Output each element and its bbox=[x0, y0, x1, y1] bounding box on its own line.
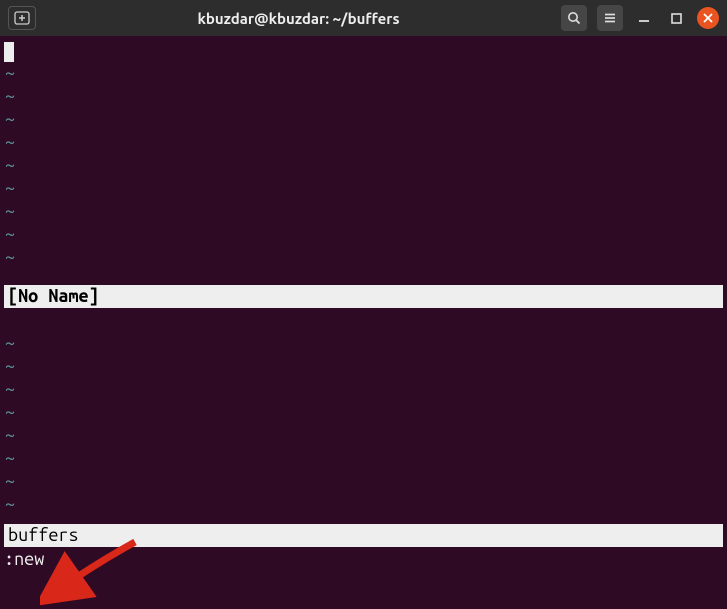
search-button[interactable] bbox=[561, 5, 587, 31]
command-line-row: :new bbox=[0, 548, 727, 571]
vim-command-line[interactable]: :new bbox=[0, 548, 727, 571]
tilde-line: ~ bbox=[0, 447, 727, 470]
bottom-status-line: buffers bbox=[0, 524, 727, 547]
vim-top-pane: ~~~~~~~~~ bbox=[0, 36, 727, 269]
titlebar-right bbox=[561, 5, 719, 31]
status-bar-bottom: buffers bbox=[4, 524, 723, 547]
titlebar-left bbox=[8, 6, 36, 30]
maximize-button[interactable] bbox=[665, 7, 687, 29]
maximize-icon bbox=[671, 13, 682, 24]
vim-bottom-pane: ~~~~~~~~ bbox=[0, 309, 727, 516]
new-tab-icon bbox=[14, 11, 30, 25]
minimize-icon bbox=[638, 12, 650, 24]
tilde-line: ~ bbox=[0, 108, 727, 131]
cursor bbox=[4, 42, 14, 62]
tilde-line: ~ bbox=[0, 378, 727, 401]
tilde-line: ~ bbox=[0, 62, 727, 85]
menu-button[interactable] bbox=[597, 5, 623, 31]
close-icon bbox=[703, 13, 713, 23]
terminal-area[interactable]: ~~~~~~~~~ [No Name] ~~~~~~~~ buffers :ne… bbox=[0, 36, 727, 573]
tilde-line: ~ bbox=[0, 424, 727, 447]
tilde-line: ~ bbox=[0, 332, 727, 355]
tilde-line: ~ bbox=[0, 154, 727, 177]
tilde-line: ~ bbox=[0, 246, 727, 269]
tilde-line: ~ bbox=[0, 200, 727, 223]
tilde-line: ~ bbox=[0, 355, 727, 378]
new-tab-button[interactable] bbox=[8, 6, 36, 30]
close-button[interactable] bbox=[697, 7, 719, 29]
minimize-button[interactable] bbox=[633, 7, 655, 29]
window-title: kbuzdar@kbuzdar: ~/buffers bbox=[44, 10, 553, 27]
status-bar-top: [No Name] bbox=[4, 285, 723, 308]
tilde-line: ~ bbox=[0, 177, 727, 200]
tilde-line: ~ bbox=[0, 493, 727, 516]
window-titlebar: kbuzdar@kbuzdar: ~/buffers bbox=[0, 0, 727, 36]
buffer-first-line-bottom bbox=[0, 309, 727, 332]
tilde-line: ~ bbox=[0, 85, 727, 108]
tilde-line: ~ bbox=[0, 401, 727, 424]
tilde-line: ~ bbox=[0, 470, 727, 493]
search-icon bbox=[567, 11, 581, 25]
tilde-line: ~ bbox=[0, 223, 727, 246]
hamburger-icon bbox=[603, 11, 617, 25]
tilde-line: ~ bbox=[0, 131, 727, 154]
top-status-line: [No Name] bbox=[0, 283, 727, 310]
buffer-first-line bbox=[0, 36, 727, 62]
